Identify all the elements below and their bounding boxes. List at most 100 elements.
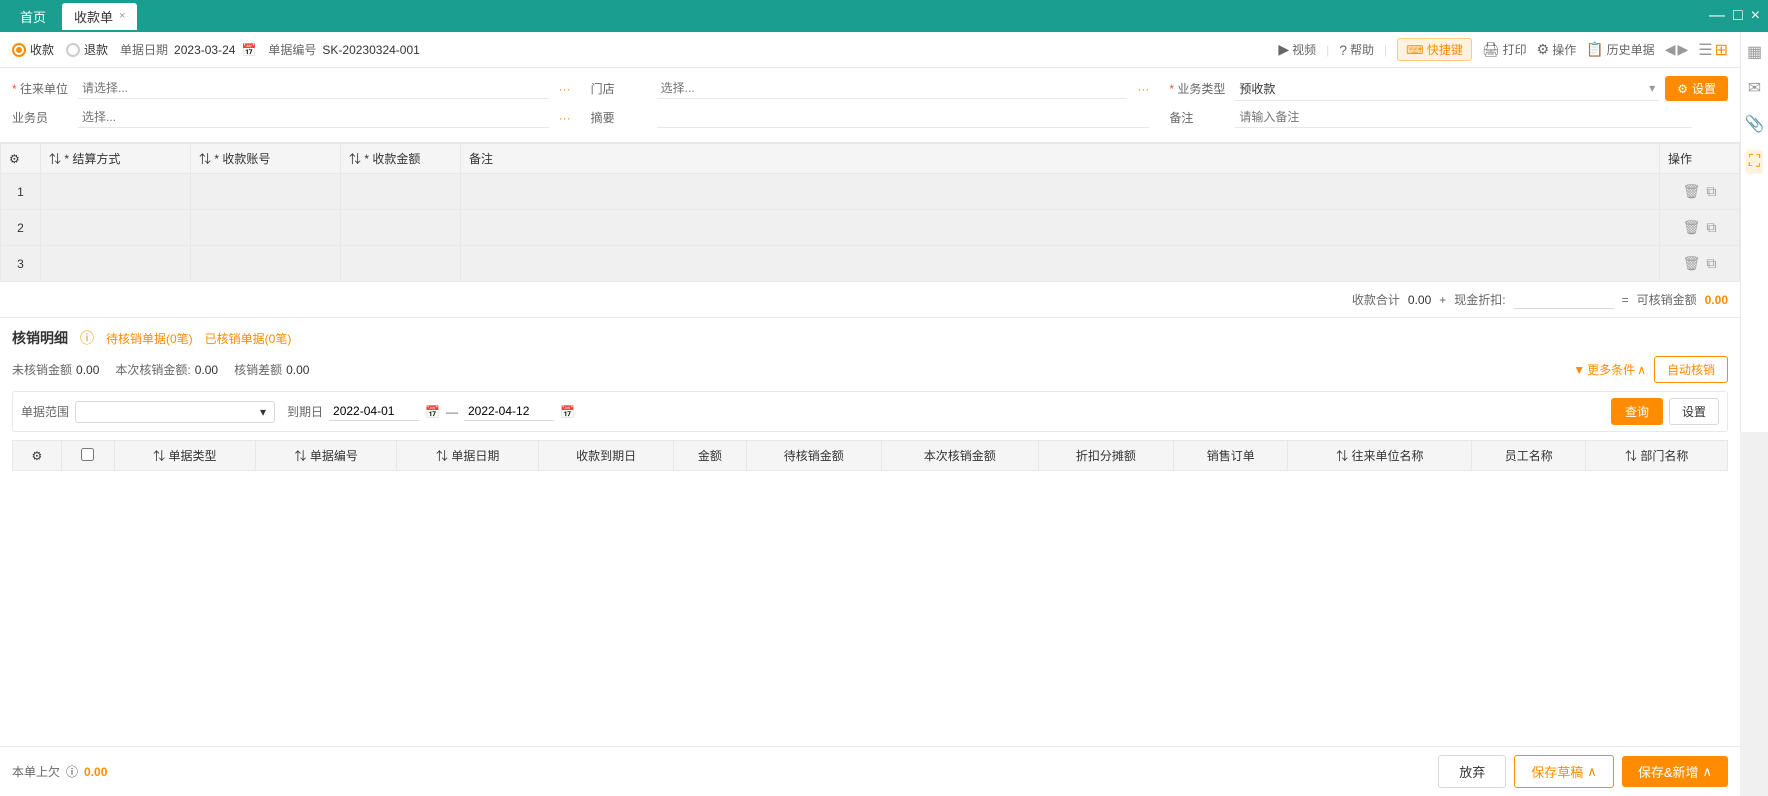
abandon-button[interactable]: 放弃 xyxy=(1438,755,1506,788)
row-amount-3[interactable] xyxy=(341,246,461,282)
row-settle-3[interactable] xyxy=(41,246,191,282)
amount-sort-icon[interactable]: ⇅ xyxy=(349,152,361,166)
row-account-1[interactable] xyxy=(191,174,341,210)
bt-pending-header: 待核销金额 xyxy=(746,441,882,471)
filter-row: 单据范围 ▾ 到期日 📅 — 📅 查询 设置 xyxy=(12,391,1728,432)
row-delete-icon-3[interactable]: 🗑 xyxy=(1683,255,1701,272)
row-copy-icon-2[interactable]: ⧉ xyxy=(1706,219,1716,236)
help-btn[interactable]: ? 帮助 xyxy=(1339,41,1374,58)
save-new-button[interactable]: 保存&新增 ∧ xyxy=(1622,756,1728,787)
query-button[interactable]: 查询 xyxy=(1611,398,1663,425)
close-icon[interactable]: × xyxy=(1751,7,1760,25)
row-copy-icon-3[interactable]: ⧉ xyxy=(1706,255,1716,272)
verify-info-icon[interactable]: ⓘ xyxy=(80,328,94,348)
row-delete-icon-1[interactable]: 🗑 xyxy=(1683,183,1701,200)
calendar-icon[interactable]: 📅 xyxy=(241,43,256,57)
row-note-1[interactable] xyxy=(461,174,1660,210)
sidebar-table-icon[interactable]: ▦ xyxy=(1747,42,1762,62)
partner-dots[interactable]: ··· xyxy=(559,82,571,96)
verify-settings-button[interactable]: 设置 xyxy=(1669,398,1719,425)
number-sort[interactable]: ⇅ xyxy=(295,449,307,463)
shop-dots[interactable]: ··· xyxy=(1137,82,1149,96)
bt-partner-label: 往来单位名称 xyxy=(1351,449,1423,463)
tab-home[interactable]: 首页 xyxy=(8,3,58,30)
more-conditions-label: 更多条件 xyxy=(1587,361,1635,378)
shortcut-btn[interactable]: ⌨ 快捷键 xyxy=(1397,38,1472,61)
due-date-end-input[interactable] xyxy=(464,402,554,421)
due-date-start-input[interactable] xyxy=(329,402,419,421)
form-row-2: 业务员 ··· 摘要 备注 xyxy=(12,107,1728,128)
auto-verify-button[interactable]: 自动核销 xyxy=(1654,356,1728,383)
row-account-2[interactable] xyxy=(191,210,341,246)
staff-dots[interactable]: ··· xyxy=(559,111,571,125)
date-value[interactable]: 2023-03-24 xyxy=(174,43,235,57)
row-copy-icon-1[interactable]: ⧉ xyxy=(1706,183,1716,200)
print-btn[interactable]: 🖨 打印 xyxy=(1482,41,1527,58)
table-gear-icon: ⚙ xyxy=(9,152,20,166)
shop-input[interactable] xyxy=(657,78,1128,99)
row-settle-1[interactable] xyxy=(41,174,191,210)
partner-sort[interactable]: ⇅ xyxy=(1336,449,1348,463)
row-settle-2[interactable] xyxy=(41,210,191,246)
partner-input[interactable] xyxy=(78,78,549,99)
shortcut-label[interactable]: 快捷键 xyxy=(1427,43,1463,57)
summary-label: 摘要 xyxy=(591,109,651,126)
tab-close-icon[interactable]: × xyxy=(119,10,125,22)
data-table: ⚙ ⇅ * 结算方式 ⇅ * 收款账号 ⇅ * 收款金额 xyxy=(0,143,1740,282)
radio-group: 收款 退款 xyxy=(12,41,108,58)
biz-type-value: 预收款 xyxy=(1239,80,1275,97)
note-input[interactable] xyxy=(1235,107,1692,128)
sidebar-clip-icon[interactable]: 📎 xyxy=(1745,114,1765,134)
more-conditions-btn[interactable]: ▼ 更多条件 ∧ xyxy=(1573,361,1646,378)
footer-info-icon[interactable]: ⓘ xyxy=(66,763,78,780)
minimize-icon[interactable]: — xyxy=(1709,7,1725,25)
done-tab[interactable]: 已核销单据(0笔) xyxy=(205,330,292,347)
select-all-checkbox[interactable] xyxy=(81,448,94,461)
next-arrow[interactable]: ▶ xyxy=(1677,41,1688,58)
type-sort[interactable]: ⇅ xyxy=(153,449,165,463)
restore-icon[interactable]: □ xyxy=(1733,7,1743,25)
range-select[interactable]: ▾ xyxy=(75,401,275,423)
row-note-2[interactable] xyxy=(461,210,1660,246)
tab-active[interactable]: 收款单 × xyxy=(62,3,137,30)
filter-icon: ▼ xyxy=(1573,363,1585,377)
operation-btn[interactable]: ⚙ 操作 xyxy=(1537,41,1577,58)
bt-gear-header[interactable]: ⚙ xyxy=(13,441,62,471)
settle-sort-icon[interactable]: ⇅ xyxy=(49,152,61,166)
video-btn[interactable]: ▶ 视频 xyxy=(1278,41,1316,58)
bt-dept-label: 部门名称 xyxy=(1640,449,1688,463)
discount-input[interactable] xyxy=(1514,290,1614,309)
date-sort[interactable]: ⇅ xyxy=(436,449,448,463)
summary-input[interactable] xyxy=(657,107,1150,128)
sidebar-mail-icon[interactable]: ✉ xyxy=(1748,78,1761,98)
sidebar-screen-icon[interactable]: ⛶ xyxy=(1746,150,1763,174)
total-label: 收款合计 xyxy=(1352,291,1400,308)
staff-input[interactable] xyxy=(78,107,549,128)
row-amount-1[interactable] xyxy=(341,174,461,210)
grid-view-btn[interactable]: ⊞ xyxy=(1715,40,1728,60)
row-account-3[interactable] xyxy=(191,246,341,282)
settings-button[interactable]: ⚙ 设置 xyxy=(1665,76,1728,101)
number-value[interactable]: SK-20230324-001 xyxy=(322,43,419,57)
gear-header[interactable]: ⚙ xyxy=(1,144,41,174)
dept-sort[interactable]: ⇅ xyxy=(1625,449,1637,463)
account-sort-icon[interactable]: ⇅ xyxy=(199,152,211,166)
row-note-3[interactable] xyxy=(461,246,1660,282)
row-delete-icon-2[interactable]: 🗑 xyxy=(1683,219,1701,236)
radio-collect[interactable]: 收款 xyxy=(12,41,54,58)
biz-type-select[interactable]: 预收款 ▾ xyxy=(1235,77,1659,101)
staff-label: 业务员 xyxy=(12,109,72,126)
calendar-icon-end[interactable]: 📅 xyxy=(560,405,575,419)
list-view-btn[interactable]: ☰ xyxy=(1698,40,1712,60)
radio-refund[interactable]: 退款 xyxy=(66,41,108,58)
diff-value: 0.00 xyxy=(286,363,309,377)
page-main: 收款 退款 单据日期 2023-03-24 📅 单据编号 SK-20230324… xyxy=(0,32,1740,796)
footer: 本单上欠 ⓘ 0.00 放弃 保存草稿 ∧ 保存&新增 ∧ xyxy=(0,746,1740,796)
row-amount-2[interactable] xyxy=(341,210,461,246)
history-btn[interactable]: 📋 历史单据 xyxy=(1586,41,1654,58)
draft-button[interactable]: 保存草稿 ∧ xyxy=(1514,755,1614,788)
pending-tab[interactable]: 待核销单据(0笔) xyxy=(106,330,193,347)
calendar-icon-start[interactable]: 📅 xyxy=(425,405,440,419)
prev-arrow[interactable]: ◀ xyxy=(1665,41,1676,58)
bt-checkbox-header[interactable] xyxy=(61,441,114,471)
